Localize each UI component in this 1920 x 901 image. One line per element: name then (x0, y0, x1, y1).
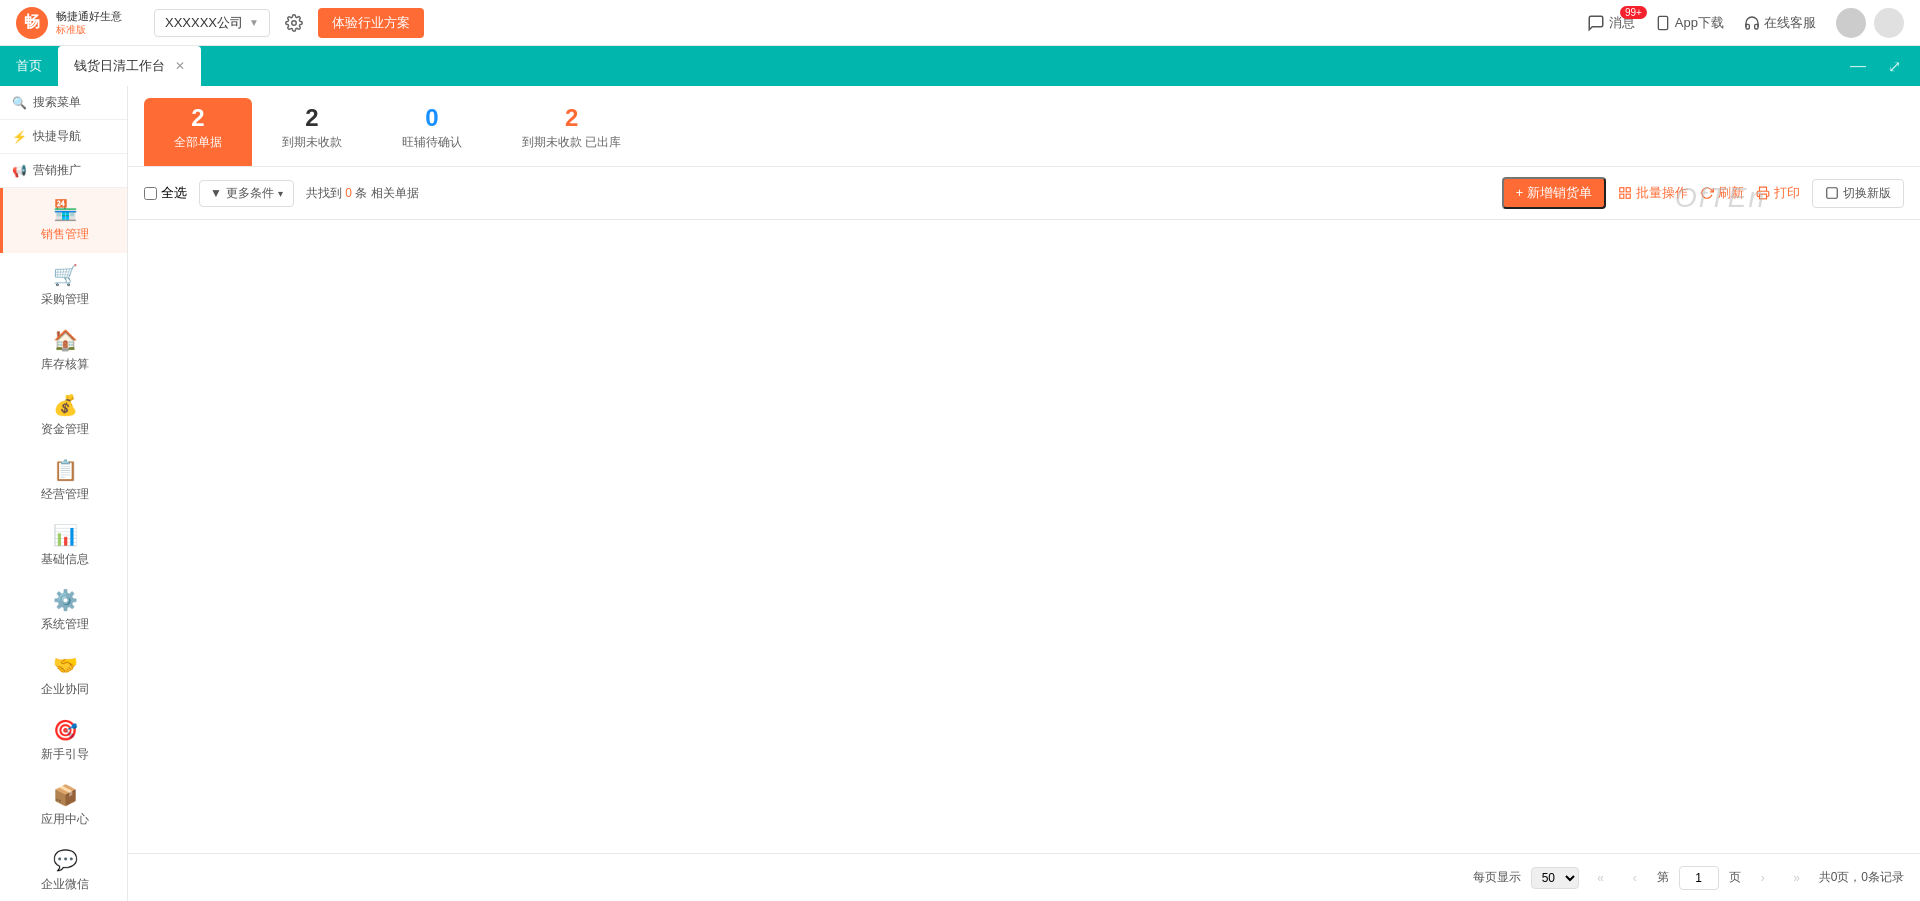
svg-rect-8 (1827, 188, 1838, 199)
total-records: 共0页，0条记录 (1819, 869, 1904, 886)
chevron-down-icon: ▾ (278, 188, 283, 199)
content-area: 2 全部单据 2 到期未收款 0 旺辅待确认 2 到期未收款 已出库 全选 (128, 86, 1920, 901)
table-area (128, 220, 1920, 853)
top-header: 畅 畅捷通好生意 标准版 XXXXXX公司 ▼ 体验行业方案 消息 99+ Ap… (0, 0, 1920, 46)
svg-rect-3 (1620, 188, 1624, 192)
sidebar-item-inventory[interactable]: 🏠 库存核算 (0, 318, 127, 383)
switch-version-button[interactable]: 切换新版 (1812, 179, 1904, 208)
enterprise-icon: 🤝 (53, 653, 78, 677)
tab-home[interactable]: 首页 (0, 46, 58, 86)
toolbar: 全选 ▼ 更多条件 ▾ 共找到 0 条 相关单据 + 新增销货单 批量操作 (128, 167, 1920, 220)
sidebar-item-sales[interactable]: 🏪 销售管理 (0, 188, 127, 253)
online-service-button[interactable]: 在线客服 (1744, 14, 1816, 32)
svg-rect-4 (1626, 188, 1630, 192)
per-page-select[interactable]: 50 (1531, 867, 1579, 889)
stat-tab-unshipped[interactable]: 2 到期未收款 已出库 (492, 98, 651, 166)
page-number-input[interactable] (1679, 866, 1719, 890)
svg-rect-6 (1626, 194, 1630, 198)
lightning-icon: ⚡ (12, 130, 27, 144)
app-download-button[interactable]: App下载 (1655, 14, 1724, 32)
found-text: 共找到 0 条 相关单据 (306, 185, 419, 202)
print-button[interactable]: 打印 (1756, 184, 1800, 202)
app-center-icon: 📦 (53, 783, 78, 807)
megaphone-icon: 📢 (12, 164, 27, 178)
stat-tab-overdue[interactable]: 2 到期未收款 (252, 98, 372, 166)
toolbar-right: + 新增销货单 批量操作 刷新 打印 (1502, 177, 1904, 209)
header-right: 消息 99+ App下载 在线客服 (1587, 8, 1904, 38)
stat-tab-all[interactable]: 2 全部单据 (144, 98, 252, 166)
sidebar-item-purchase[interactable]: 🛒 采购管理 (0, 253, 127, 318)
first-page-button[interactable]: « (1589, 866, 1613, 890)
finance-icon: 💰 (53, 393, 78, 417)
sidebar-item-app-center[interactable]: 📦 应用中心 (0, 773, 127, 838)
refresh-button[interactable]: 刷新 (1700, 184, 1744, 202)
message-badge: 99+ (1620, 6, 1647, 19)
stat-tab-wang[interactable]: 0 旺辅待确认 (372, 98, 492, 166)
sidebar: 🔍 搜索菜单 ⚡ 快捷导航 📢 营销推广 🏪 销售管理 🛒 采购管理 🏠 库存核… (0, 86, 128, 901)
tab-money-goods[interactable]: 钱货日清工作台 ✕ (58, 46, 201, 86)
batch-operation-button[interactable]: 批量操作 (1618, 184, 1688, 202)
chevron-down-icon: ▼ (249, 17, 259, 28)
tab-expand-icon[interactable]: ⤢ (1880, 52, 1908, 80)
settings-button[interactable] (278, 7, 310, 39)
sidebar-item-wechat[interactable]: 💬 企业微信 (0, 838, 127, 901)
new-sales-order-button[interactable]: + 新增销货单 (1502, 177, 1606, 209)
logo-text: 畅捷通好生意 标准版 (56, 9, 122, 36)
inventory-icon: 🏠 (53, 328, 78, 352)
sidebar-item-search-menu[interactable]: 🔍 搜索菜单 (0, 86, 127, 120)
company-selector[interactable]: XXXXXX公司 ▼ (154, 9, 270, 37)
next-page-button[interactable]: › (1751, 866, 1775, 890)
search-icon: 🔍 (12, 96, 27, 110)
message-button[interactable]: 消息 99+ (1587, 14, 1635, 32)
guide-icon: 🎯 (53, 718, 78, 742)
more-filters-button[interactable]: ▼ 更多条件 ▾ (199, 180, 294, 207)
sidebar-item-basics[interactable]: 📊 基础信息 (0, 513, 127, 578)
user-avatar[interactable] (1836, 8, 1904, 38)
select-all-input[interactable] (144, 187, 157, 200)
svg-point-0 (292, 20, 297, 25)
operations-icon: 📋 (53, 458, 78, 482)
sidebar-item-finance[interactable]: 💰 资金管理 (0, 383, 127, 448)
pagination: 每页显示 50 « ‹ 第 页 › » 共0页，0条记录 (128, 853, 1920, 901)
svg-rect-5 (1620, 194, 1624, 198)
svg-rect-1 (1658, 16, 1667, 29)
sidebar-item-system[interactable]: ⚙️ 系统管理 (0, 578, 127, 643)
store-icon: 🏪 (53, 198, 78, 222)
main-layout: 🔍 搜索菜单 ⚡ 快捷导航 📢 营销推广 🏪 销售管理 🛒 采购管理 🏠 库存核… (0, 86, 1920, 901)
wechat-icon: 💬 (53, 848, 78, 872)
prev-page-button[interactable]: ‹ (1623, 866, 1647, 890)
sidebar-item-guide[interactable]: 🎯 新手引导 (0, 708, 127, 773)
filter-icon: ▼ (210, 186, 222, 200)
system-icon: ⚙️ (53, 588, 78, 612)
basics-icon: 📊 (53, 523, 78, 547)
purchase-icon: 🛒 (53, 263, 78, 287)
tab-bar-actions: — ⤢ (1844, 46, 1920, 86)
svg-rect-7 (1760, 194, 1767, 199)
trial-button[interactable]: 体验行业方案 (318, 8, 424, 38)
logo-icon: 畅 (16, 7, 48, 39)
sidebar-item-enterprise[interactable]: 🤝 企业协同 (0, 643, 127, 708)
last-page-button[interactable]: » (1785, 866, 1809, 890)
sidebar-item-operations[interactable]: 📋 经营管理 (0, 448, 127, 513)
stats-tabs: 2 全部单据 2 到期未收款 0 旺辅待确认 2 到期未收款 已出库 (128, 86, 1920, 167)
logo-area: 畅 畅捷通好生意 标准版 (16, 7, 144, 39)
tab-close-icon[interactable]: ✕ (175, 59, 185, 73)
sidebar-item-marketing[interactable]: 📢 营销推广 (0, 154, 127, 188)
select-all-checkbox[interactable]: 全选 (144, 184, 187, 202)
sidebar-item-quick-nav[interactable]: ⚡ 快捷导航 (0, 120, 127, 154)
tab-minimize-icon[interactable]: — (1844, 52, 1872, 80)
tab-bar: 首页 钱货日清工作台 ✕ — ⤢ (0, 46, 1920, 86)
found-count: 0 (345, 186, 352, 200)
company-name: XXXXXX公司 (165, 14, 243, 32)
